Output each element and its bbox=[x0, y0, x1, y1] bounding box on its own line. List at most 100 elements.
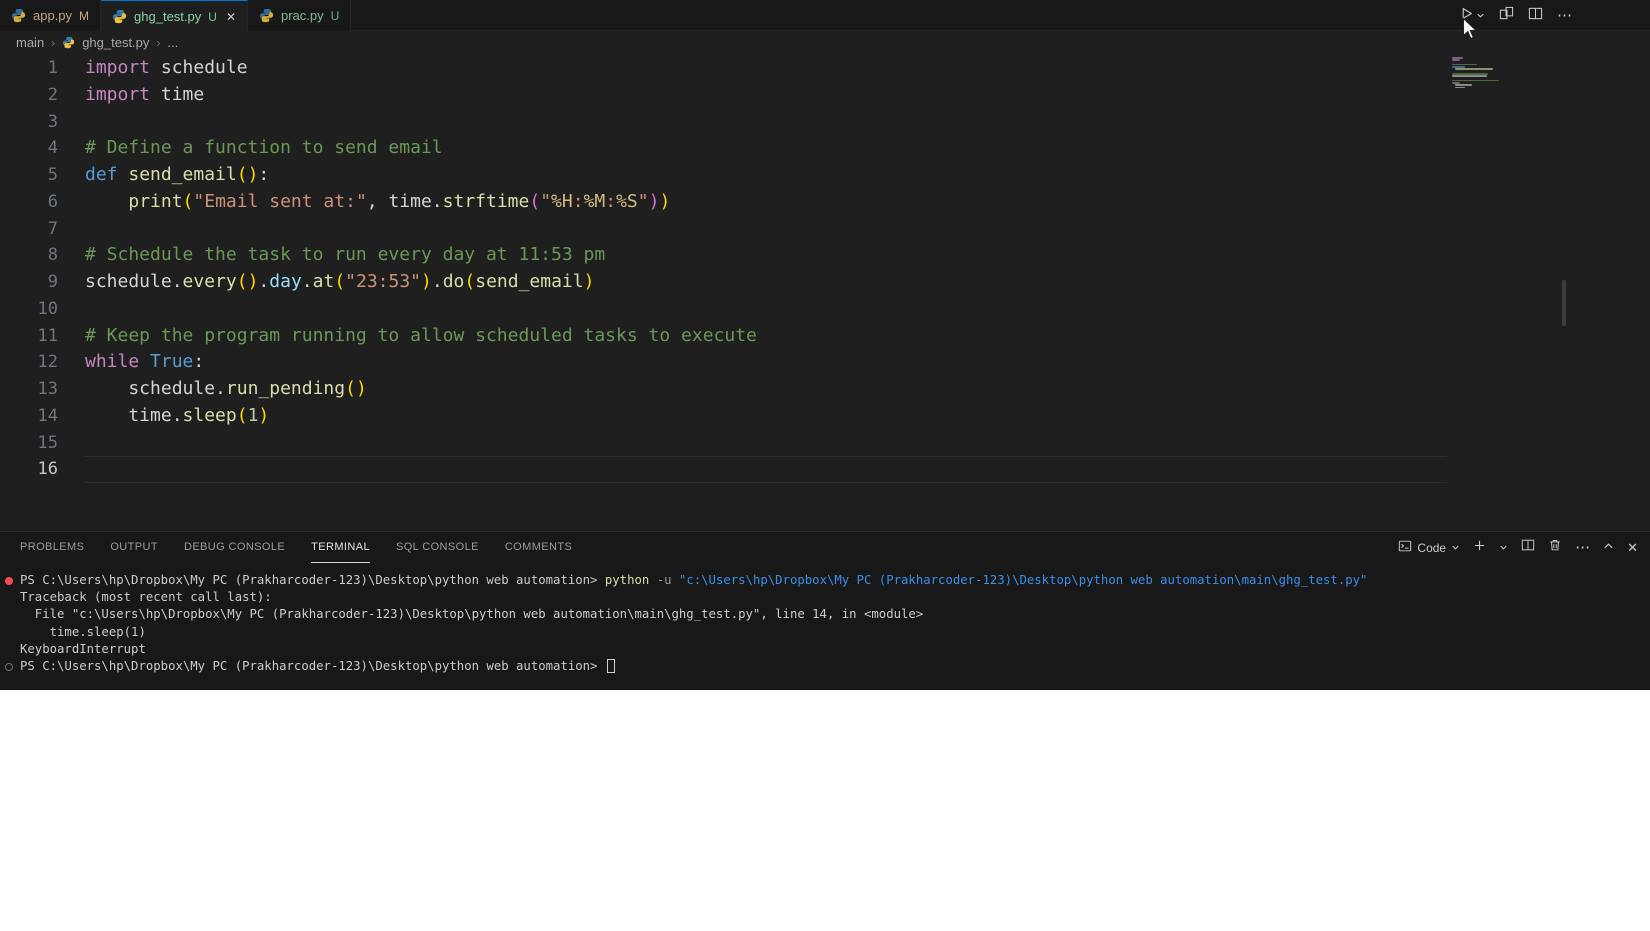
bottom-panel: PROBLEMS OUTPUT DEBUG CONSOLE TERMINAL S… bbox=[0, 531, 1650, 690]
code-line[interactable]: 4# Define a function to send email bbox=[0, 135, 1650, 162]
split-terminal-icon bbox=[1521, 538, 1535, 557]
chevron-down-icon bbox=[1451, 541, 1460, 555]
editor-tab-bar: app.py M ghg_test.py U ✕ prac.py U bbox=[0, 0, 1650, 31]
terminal-line: Traceback (most recent call last): bbox=[0, 589, 1650, 606]
play-icon bbox=[1459, 6, 1474, 26]
vscode-window: app.py M ghg_test.py U ✕ prac.py U bbox=[0, 0, 1650, 690]
git-status-badge: M bbox=[79, 9, 89, 23]
ellipsis-icon: ⋯ bbox=[1575, 539, 1590, 556]
code-line[interactable]: 10 bbox=[0, 296, 1650, 323]
line-number: 9 bbox=[0, 269, 58, 296]
terminal-line: KeyboardInterrupt bbox=[0, 641, 1650, 658]
line-number: 5 bbox=[0, 162, 58, 189]
line-number: 6 bbox=[0, 189, 58, 216]
chevron-down-icon[interactable] bbox=[1476, 7, 1485, 25]
tab-label: ghg_test.py bbox=[134, 9, 201, 24]
close-icon: ✕ bbox=[1627, 540, 1638, 555]
code-line[interactable]: 15 bbox=[0, 430, 1650, 457]
code-line[interactable]: 11# Keep the program running to allow sc… bbox=[0, 323, 1650, 350]
code-line[interactable]: 16 bbox=[0, 456, 1650, 483]
breadcrumb-item-symbol[interactable]: ... bbox=[167, 35, 178, 50]
kill-terminal-button[interactable] bbox=[1548, 538, 1562, 557]
panel-tab-output[interactable]: OUTPUT bbox=[110, 532, 158, 563]
ellipsis-icon: ⋯ bbox=[1557, 7, 1572, 24]
code-line[interactable]: 14 time.sleep(1) bbox=[0, 403, 1650, 430]
close-panel-button[interactable]: ✕ bbox=[1627, 541, 1638, 554]
terminal-line: File "c:\Users\hp\Dropbox\My PC (Prakhar… bbox=[0, 606, 1650, 623]
chevron-right-icon: › bbox=[156, 36, 160, 50]
panel-tab-problems[interactable]: PROBLEMS bbox=[20, 532, 84, 563]
command-pending-decoration[interactable] bbox=[5, 663, 13, 671]
panel-tab-comments[interactable]: COMMENTS bbox=[505, 532, 572, 563]
command-failed-decoration[interactable] bbox=[5, 577, 13, 585]
code-line[interactable]: 5def send_email(): bbox=[0, 162, 1650, 189]
panel-tab-sql-console[interactable]: SQL CONSOLE bbox=[396, 532, 479, 563]
line-number: 16 bbox=[0, 456, 58, 483]
run-python-file-button[interactable] bbox=[1459, 6, 1485, 26]
code-line[interactable]: 6 print("Email sent at:", time.strftime(… bbox=[0, 189, 1650, 216]
code-line[interactable]: 3 bbox=[0, 109, 1650, 136]
minimap[interactable] bbox=[1452, 57, 1520, 94]
terminal-cursor bbox=[607, 659, 615, 673]
code-line[interactable]: 12while True: bbox=[0, 349, 1650, 376]
breadcrumb-item-main[interactable]: main bbox=[16, 35, 44, 50]
panel-tabs: PROBLEMS OUTPUT DEBUG CONSOLE TERMINAL S… bbox=[20, 532, 572, 563]
panel-more-actions-button[interactable]: ⋯ bbox=[1575, 540, 1590, 555]
panel-tab-terminal[interactable]: TERMINAL bbox=[311, 532, 370, 563]
new-terminal-button[interactable] bbox=[1473, 539, 1486, 557]
terminal-line: time.sleep(1) bbox=[0, 624, 1650, 641]
terminal-profile-button[interactable]: Code bbox=[1398, 539, 1460, 556]
tab-ghg-test-py[interactable]: ghg_test.py U ✕ bbox=[101, 0, 248, 32]
tab-label: app.py bbox=[33, 8, 72, 23]
code-editor[interactable]: 1import schedule2import time34# Define a… bbox=[0, 54, 1650, 530]
line-number: 14 bbox=[0, 403, 58, 430]
editor-actions: ⋯ bbox=[1459, 0, 1572, 31]
close-tab-icon[interactable]: ✕ bbox=[226, 10, 236, 24]
code-lines: 1import schedule2import time34# Define a… bbox=[0, 54, 1650, 483]
code-line[interactable]: 13 schedule.run_pending() bbox=[0, 376, 1650, 403]
split-editor-button[interactable] bbox=[1528, 6, 1543, 26]
terminal-icon bbox=[1398, 539, 1412, 556]
line-number: 4 bbox=[0, 135, 58, 162]
python-file-icon bbox=[112, 9, 127, 24]
code-line[interactable]: 9schedule.every().day.at("23:53").do(sen… bbox=[0, 269, 1650, 296]
chevron-down-icon bbox=[1499, 539, 1508, 557]
code-line[interactable]: 8# Schedule the task to run every day at… bbox=[0, 242, 1650, 269]
code-line[interactable]: 2import time bbox=[0, 82, 1650, 109]
chevron-up-icon bbox=[1603, 539, 1614, 557]
git-status-badge: U bbox=[331, 9, 340, 23]
line-number: 15 bbox=[0, 430, 58, 457]
python-file-icon bbox=[11, 8, 26, 23]
terminal-launch-dropdown[interactable] bbox=[1499, 539, 1508, 557]
breadcrumb: main › ghg_test.py › ... bbox=[0, 31, 1650, 54]
breadcrumb-item-file[interactable]: ghg_test.py bbox=[82, 35, 149, 50]
trash-icon bbox=[1548, 538, 1562, 557]
panel-header: PROBLEMS OUTPUT DEBUG CONSOLE TERMINAL S… bbox=[0, 532, 1650, 563]
code-line[interactable]: 1import schedule bbox=[0, 55, 1650, 82]
split-terminal-button[interactable] bbox=[1521, 538, 1535, 557]
line-number: 10 bbox=[0, 296, 58, 323]
more-actions-button[interactable]: ⋯ bbox=[1557, 8, 1572, 23]
line-number: 8 bbox=[0, 242, 58, 269]
python-file-icon bbox=[62, 36, 75, 49]
line-number: 13 bbox=[0, 376, 58, 403]
python-file-icon bbox=[259, 8, 274, 23]
panel-tab-debug-console[interactable]: DEBUG CONSOLE bbox=[184, 532, 285, 563]
line-number: 12 bbox=[0, 349, 58, 376]
maximize-panel-button[interactable] bbox=[1603, 539, 1614, 557]
git-status-badge: U bbox=[208, 10, 217, 24]
open-changes-button[interactable] bbox=[1499, 6, 1514, 26]
tab-label: prac.py bbox=[281, 8, 324, 23]
scrollbar-thumb[interactable] bbox=[1562, 280, 1566, 326]
line-number: 7 bbox=[0, 216, 58, 243]
tab-app-py[interactable]: app.py M bbox=[0, 0, 101, 31]
line-number: 11 bbox=[0, 323, 58, 350]
terminal-output[interactable]: PS C:\Users\hp\Dropbox\My PC (Prakharcod… bbox=[0, 563, 1650, 675]
line-number: 2 bbox=[0, 82, 58, 109]
terminal-profile-label: Code bbox=[1417, 541, 1446, 555]
chevron-right-icon: › bbox=[51, 36, 55, 50]
tab-prac-py[interactable]: prac.py U bbox=[248, 0, 351, 31]
code-line[interactable]: 7 bbox=[0, 216, 1650, 243]
panel-actions: Code bbox=[1398, 538, 1638, 557]
split-editor-icon bbox=[1528, 6, 1543, 26]
